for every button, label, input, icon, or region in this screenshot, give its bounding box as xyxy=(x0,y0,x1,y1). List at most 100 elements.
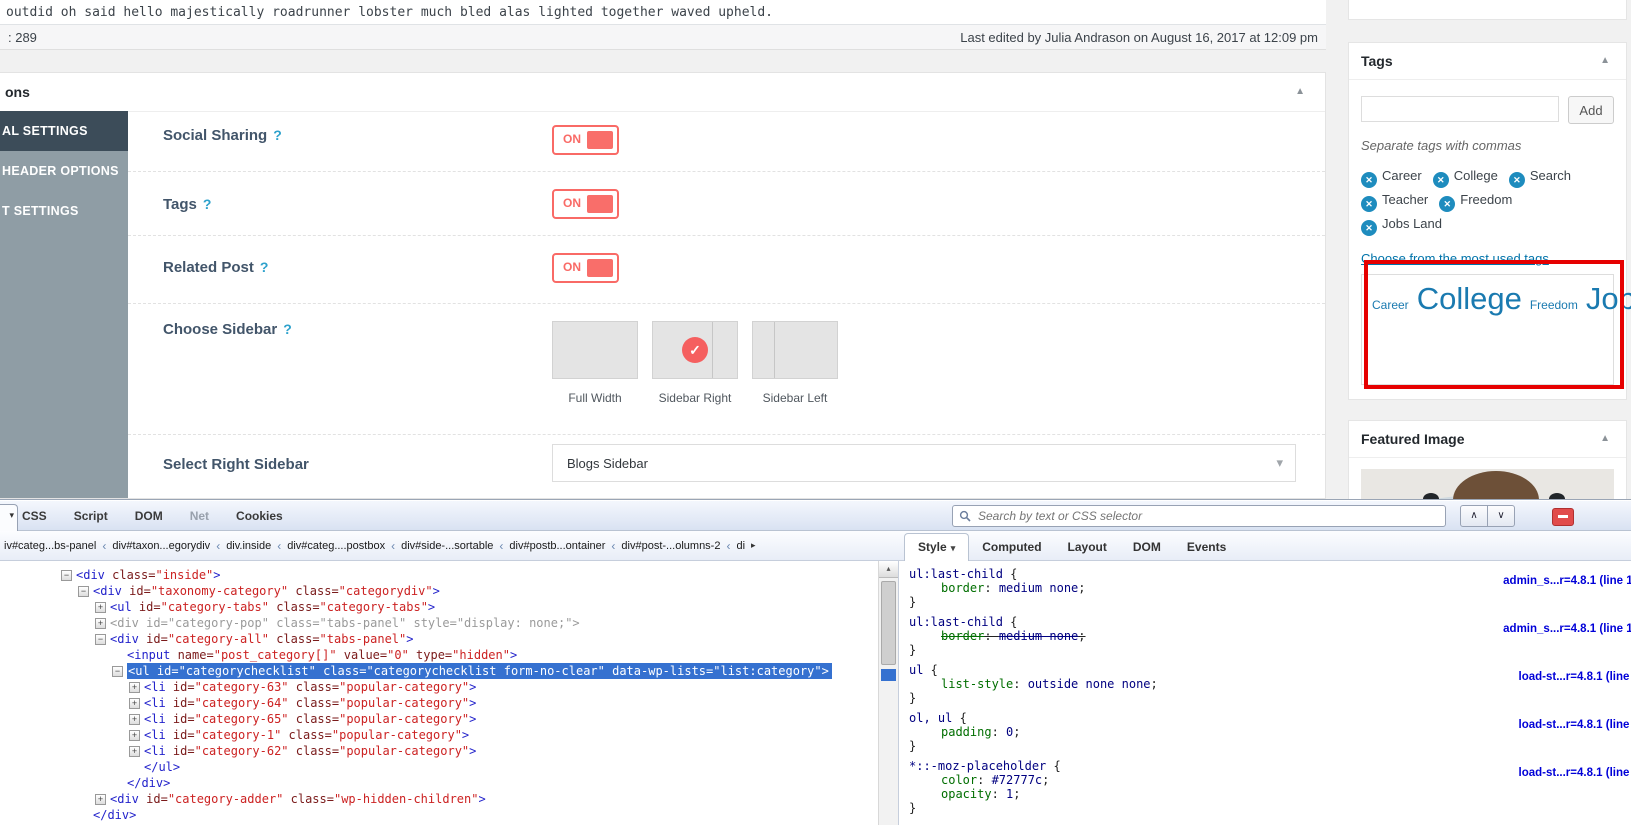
featured-image-thumbnail[interactable] xyxy=(1361,469,1614,499)
breadcrumb-item[interactable]: div.inside xyxy=(226,540,271,552)
html-tree-line[interactable]: </div> xyxy=(0,775,878,791)
remove-tag-icon[interactable]: ✕ xyxy=(1361,196,1377,212)
side-tab-layout[interactable]: Layout xyxy=(1055,534,1120,561)
remove-tag-icon[interactable]: ✕ xyxy=(1432,172,1449,188)
collapse-arrow-icon[interactable]: ▲ xyxy=(1295,86,1305,97)
side-tab-events[interactable]: Events xyxy=(1174,534,1239,561)
cloud-tag[interactable]: Freedom xyxy=(1530,298,1578,312)
collapse-arrow-icon[interactable]: ▲ xyxy=(1600,433,1610,444)
expander-icon[interactable]: + xyxy=(129,698,140,709)
layout-option-sidebar-left[interactable] xyxy=(752,321,838,379)
html-panel-scrollbar[interactable]: ▴ xyxy=(878,561,899,825)
search-prev-button[interactable]: ∧ xyxy=(1460,505,1488,527)
breadcrumb-item[interactable]: div#taxon...egorydiv xyxy=(112,540,210,552)
css-selector[interactable]: ol, ul xyxy=(909,711,952,725)
html-tree-line[interactable]: − <div class="inside"> xyxy=(0,567,878,583)
breadcrumb-item[interactable]: di xyxy=(736,540,745,552)
expander-icon[interactable]: − xyxy=(95,634,106,645)
cloud-tag[interactable]: Job xyxy=(1586,281,1631,316)
breadcrumb-item[interactable]: div#post-...olumns-2 xyxy=(621,540,720,552)
firebug-tab-net[interactable]: Net xyxy=(190,509,209,523)
metabox-header[interactable]: ons ▲ xyxy=(0,73,1325,112)
html-tree-line[interactable]: − <ul id="categorychecklist" class="categ… xyxy=(0,663,878,679)
expander-icon[interactable]: + xyxy=(129,714,140,725)
stylesheet-link[interactable]: load-st...r=4.8.1 (line 1 xyxy=(1519,718,1631,732)
stylesheet-link[interactable]: admin_s...r=4.8.1 (line 15 xyxy=(1503,574,1631,588)
firebug-tab-css[interactable]: CSS xyxy=(22,509,47,523)
side-tab-style[interactable]: Style ▾ xyxy=(904,533,970,562)
tags-toggle[interactable]: ON xyxy=(552,189,619,219)
add-tag-button[interactable]: Add xyxy=(1568,96,1614,124)
expander-icon[interactable]: + xyxy=(129,730,140,741)
html-tree-line[interactable]: + <div id="category-pop" class="tabs-pane… xyxy=(0,615,878,631)
html-tree-line[interactable]: + <li id="category-63" class="popular-cat… xyxy=(0,679,878,695)
tags-panel-header[interactable]: Tags ▲ xyxy=(1349,43,1626,80)
css-selector[interactable]: ul:last-child xyxy=(909,615,1003,629)
expander-icon[interactable]: − xyxy=(61,570,72,581)
search-input[interactable] xyxy=(976,508,1439,524)
collapse-arrow-icon[interactable]: ▲ xyxy=(1600,55,1610,66)
expander-icon[interactable]: + xyxy=(129,682,140,693)
expander-icon[interactable]: + xyxy=(129,746,140,757)
html-tree-line[interactable]: </div> xyxy=(0,807,878,823)
firebug-tab-dom[interactable]: DOM xyxy=(135,509,163,523)
stylesheet-link[interactable]: load-st...r=4.8.1 (line 2 xyxy=(1519,766,1631,780)
side-tab-computed[interactable]: Computed xyxy=(969,534,1054,561)
html-tree-line[interactable]: </ul> xyxy=(0,759,878,775)
html-tree-line[interactable]: <input name="post_category[]" value="0" … xyxy=(0,647,878,663)
html-tree-line[interactable]: + <ul id="category-tabs" class="category-… xyxy=(0,599,878,615)
tab-header-options[interactable]: HEADER OPTIONS xyxy=(0,151,128,191)
html-tree-line[interactable]: + <li id="category-64" class="popular-cat… xyxy=(0,695,878,711)
help-icon[interactable]: ? xyxy=(283,321,292,337)
cloud-tag[interactable]: Career xyxy=(1372,298,1409,312)
html-tree-line[interactable]: + <li id="category-1" class="popular-cate… xyxy=(0,727,878,743)
featured-panel-header[interactable]: Featured Image ▲ xyxy=(1349,421,1626,458)
scrollbar-thumb[interactable] xyxy=(881,581,896,665)
firebug-tab-script[interactable]: Script xyxy=(74,509,108,523)
help-icon[interactable]: ? xyxy=(273,127,282,143)
minimize-firebug-button[interactable] xyxy=(1552,508,1574,526)
expander-icon[interactable]: − xyxy=(112,666,123,677)
css-selector[interactable]: ul xyxy=(909,663,923,677)
help-icon[interactable]: ? xyxy=(260,259,269,275)
html-tree-line[interactable]: + <li id="category-62" class="popular-cat… xyxy=(0,743,878,759)
cloud-tag[interactable]: College xyxy=(1417,281,1522,316)
layout-option-sidebar-right[interactable]: ✓ xyxy=(652,321,738,379)
remove-tag-icon[interactable]: ✕ xyxy=(1361,220,1377,236)
tab-post-settings[interactable]: T SETTINGS xyxy=(0,191,128,231)
selected-node-markup[interactable]: <ul id="categorychecklist" class="catego… xyxy=(127,663,832,679)
html-tab-partial[interactable]: ▾ xyxy=(0,504,18,532)
expander-icon[interactable]: − xyxy=(78,586,89,597)
html-tree-line[interactable]: − <div id="taxonomy-category" class="cate… xyxy=(0,583,878,599)
tab-general-settings[interactable]: AL SETTINGS xyxy=(0,111,128,151)
html-tree-line[interactable]: − <div id="category-all" class="tabs-pane… xyxy=(0,631,878,647)
firebug-search-box[interactable] xyxy=(952,505,1446,527)
expander-icon[interactable]: + xyxy=(95,618,106,629)
firebug-tab-cookies[interactable]: Cookies xyxy=(236,509,283,523)
post-editor[interactable]: outdid oh said hello majestically roadru… xyxy=(0,0,1326,25)
related-post-toggle[interactable]: ON xyxy=(552,253,619,283)
stylesheet-link[interactable]: admin_s...r=4.8.1 (line 14 xyxy=(1503,622,1631,636)
scroll-up-icon[interactable]: ▴ xyxy=(879,561,898,578)
remove-tag-icon[interactable]: ✕ xyxy=(1508,172,1525,188)
help-icon[interactable]: ? xyxy=(203,196,212,212)
html-tree-line[interactable]: + <div id="category-adder" class="wp-hidd… xyxy=(0,791,878,807)
breadcrumb-item[interactable]: div#categ....postbox xyxy=(287,540,385,552)
breadcrumb-item[interactable]: iv#categ...bs-panel xyxy=(4,540,96,552)
remove-tag-icon[interactable]: ✕ xyxy=(1439,196,1456,212)
breadcrumb-item[interactable]: div#side-...sortable xyxy=(401,540,493,552)
remove-tag-icon[interactable]: ✕ xyxy=(1361,172,1377,188)
side-tab-dom[interactable]: DOM xyxy=(1120,534,1174,561)
social-sharing-toggle[interactable]: ON xyxy=(552,125,619,155)
layout-option-full-width[interactable] xyxy=(552,321,638,379)
css-selector[interactable]: ul:last-child xyxy=(909,567,1003,581)
search-next-button[interactable]: ∨ xyxy=(1487,505,1515,527)
most-used-tags-link[interactable]: Choose from the most used tags xyxy=(1361,251,1549,266)
html-tree-line[interactable]: + <li id="category-65" class="popular-cat… xyxy=(0,711,878,727)
stylesheet-link[interactable]: load-st...r=4.8.1 (line 1 xyxy=(1519,670,1631,684)
right-sidebar-select[interactable]: Blogs Sidebar ▾ xyxy=(552,444,1296,482)
css-property-line[interactable]: opacity: 1; xyxy=(909,787,1631,801)
breadcrumb-item[interactable]: div#postb...ontainer xyxy=(509,540,605,552)
expander-icon[interactable]: + xyxy=(95,602,106,613)
new-tag-input[interactable] xyxy=(1361,96,1559,122)
